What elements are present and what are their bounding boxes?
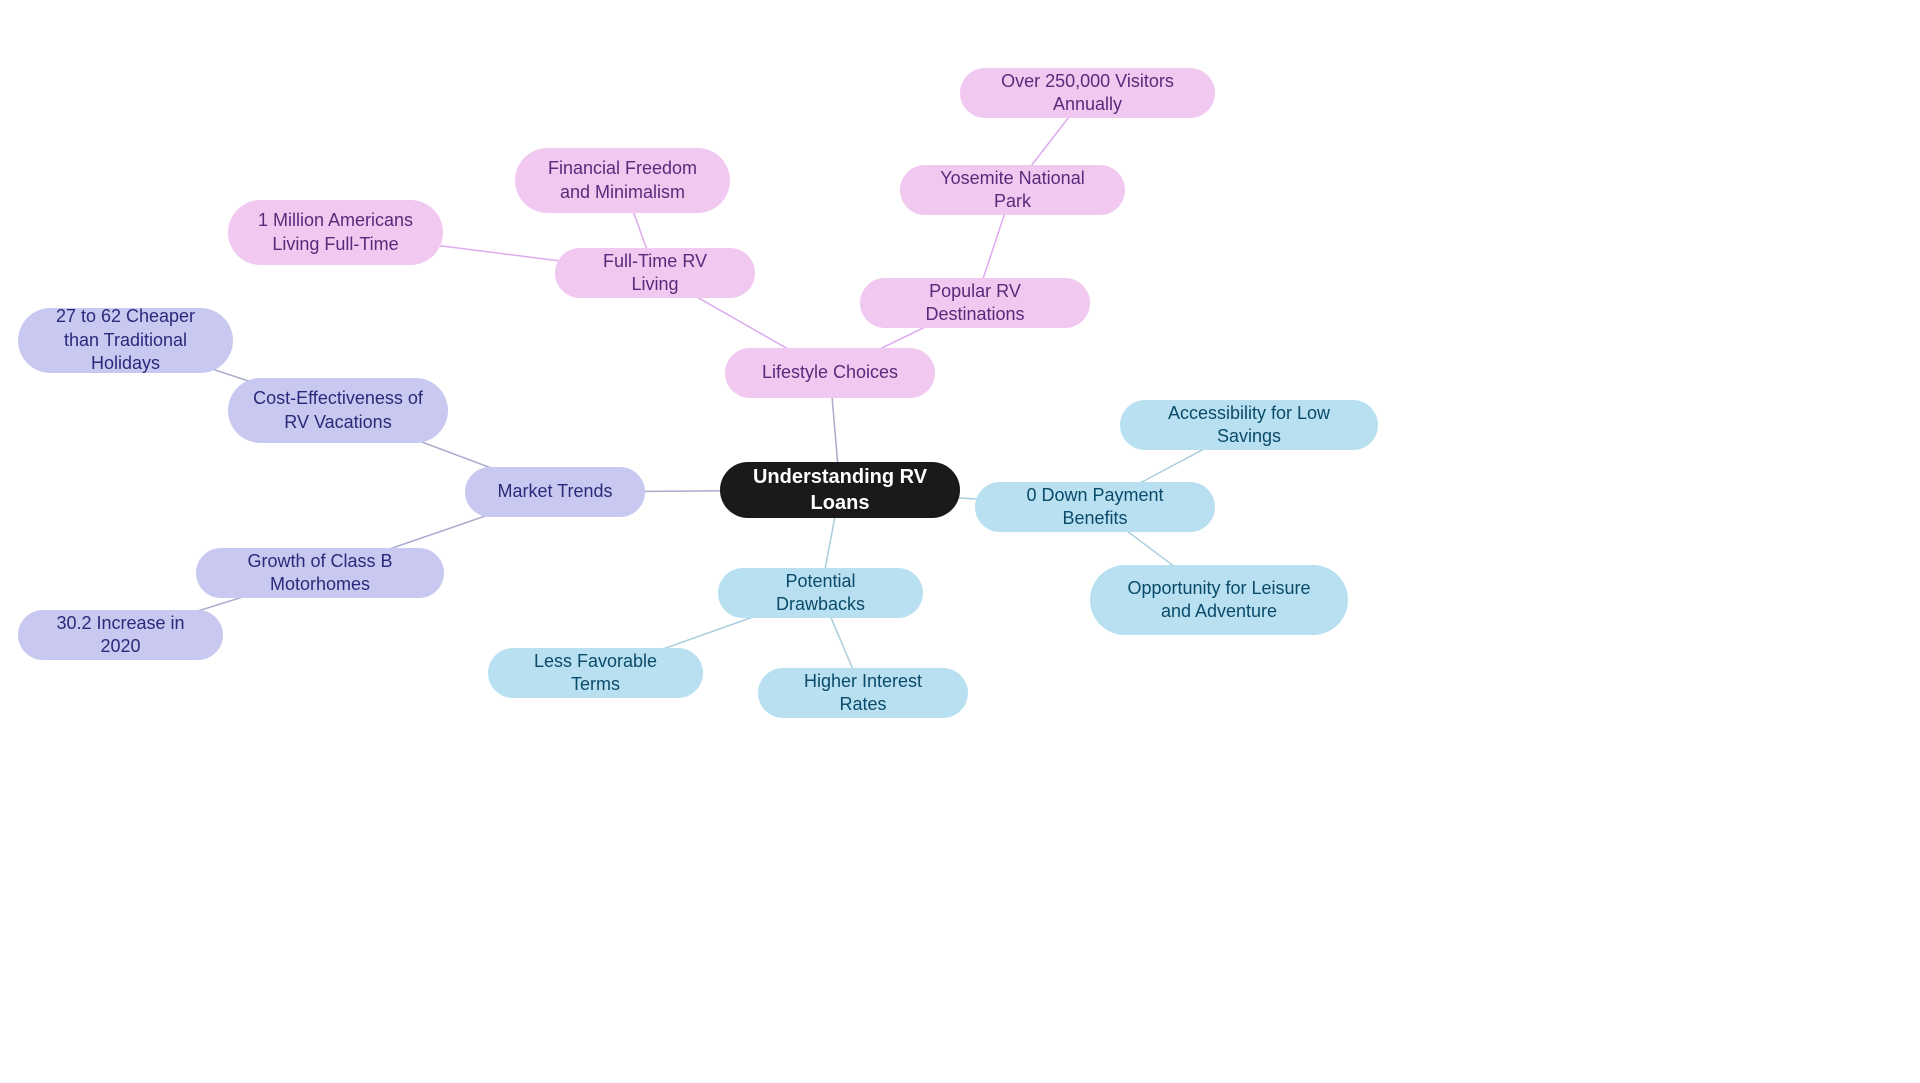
- lifestyle-label: Lifestyle Choices: [762, 361, 898, 384]
- cheaper-label: 27 to 62 Cheaper than Traditional Holida…: [40, 305, 211, 375]
- leisure-adventure-node[interactable]: Opportunity for Leisure and Adventure: [1090, 565, 1348, 635]
- fulltime-rv-node[interactable]: Full-Time RV Living: [555, 248, 755, 298]
- financial-freedom-node[interactable]: Financial Freedom and Minimalism: [515, 148, 730, 213]
- visitors-label: Over 250,000 Visitors Annually: [982, 70, 1193, 117]
- class-b-node[interactable]: Growth of Class B Motorhomes: [196, 548, 444, 598]
- less-favorable-node[interactable]: Less Favorable Terms: [488, 648, 703, 698]
- higher-interest-node[interactable]: Higher Interest Rates: [758, 668, 968, 718]
- fulltime-label: Full-Time RV Living: [577, 250, 733, 297]
- cheaper-node[interactable]: 27 to 62 Cheaper than Traditional Holida…: [18, 308, 233, 373]
- central-label: Understanding RV Loans: [742, 464, 938, 516]
- accessibility-node[interactable]: Accessibility for Low Savings: [1120, 400, 1378, 450]
- cost-effectiveness-node[interactable]: Cost-Effectiveness of RV Vacations: [228, 378, 448, 443]
- higher-label: Higher Interest Rates: [780, 670, 946, 717]
- million-americans-node[interactable]: 1 Million Americans Living Full-Time: [228, 200, 443, 265]
- million-label: 1 Million Americans Living Full-Time: [250, 209, 421, 256]
- down-payment-node[interactable]: 0 Down Payment Benefits: [975, 482, 1215, 532]
- leisure-label: Opportunity for Leisure and Adventure: [1112, 577, 1326, 624]
- market-trends-node[interactable]: Market Trends: [465, 467, 645, 517]
- potential-drawbacks-node[interactable]: Potential Drawbacks: [718, 568, 923, 618]
- central-node[interactable]: Understanding RV Loans: [720, 462, 960, 518]
- classb-label: Growth of Class B Motorhomes: [218, 550, 422, 597]
- less-label: Less Favorable Terms: [510, 650, 681, 697]
- yosemite-label: Yosemite National Park: [922, 167, 1103, 214]
- market-label: Market Trends: [497, 480, 612, 503]
- visitors-node[interactable]: Over 250,000 Visitors Annually: [960, 68, 1215, 118]
- downpayment-label: 0 Down Payment Benefits: [997, 484, 1193, 531]
- increase-2020-node[interactable]: 30.2 Increase in 2020: [18, 610, 223, 660]
- financial-label: Financial Freedom and Minimalism: [537, 157, 708, 204]
- popular-destinations-node[interactable]: Popular RV Destinations: [860, 278, 1090, 328]
- lifestyle-choices-node[interactable]: Lifestyle Choices: [725, 348, 935, 398]
- yosemite-node[interactable]: Yosemite National Park: [900, 165, 1125, 215]
- increase-label: 30.2 Increase in 2020: [40, 612, 201, 659]
- drawbacks-label: Potential Drawbacks: [740, 570, 901, 617]
- cost-label: Cost-Effectiveness of RV Vacations: [250, 387, 426, 434]
- accessibility-label: Accessibility for Low Savings: [1142, 402, 1356, 449]
- popular-label: Popular RV Destinations: [882, 280, 1068, 327]
